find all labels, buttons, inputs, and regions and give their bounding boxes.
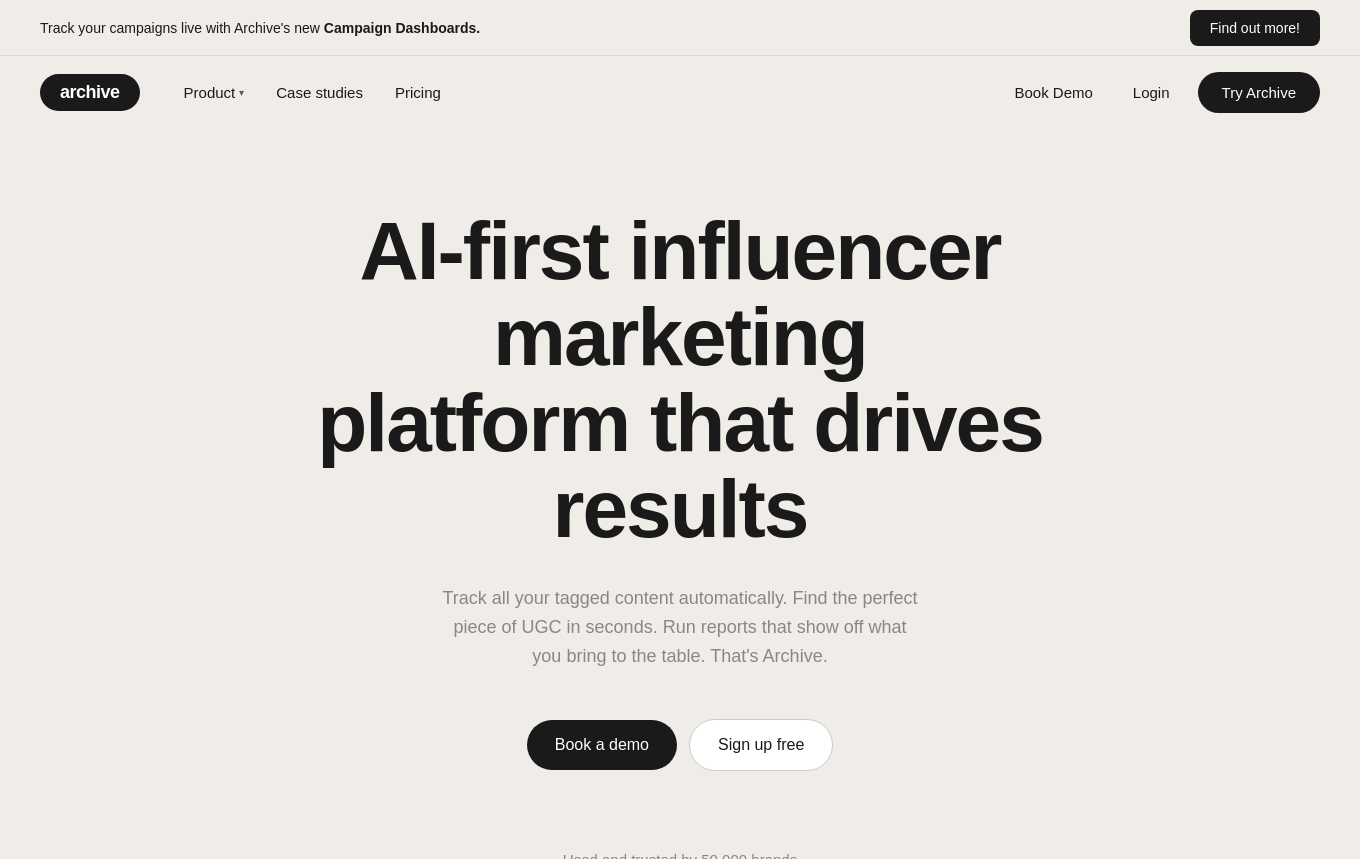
logo[interactable]: archive	[40, 74, 140, 111]
nav-product[interactable]: Product ▾	[172, 78, 257, 107]
nav-pricing[interactable]: Pricing	[383, 78, 453, 107]
chevron-down-icon: ▾	[239, 87, 244, 98]
hero-subtitle: Track all your tagged content automatica…	[440, 584, 920, 670]
navbar-left: archive Product ▾ Case studies Pricing	[40, 74, 453, 111]
announcement-bold: Campaign Dashboards.	[324, 20, 480, 36]
nav-product-label: Product	[184, 84, 236, 101]
announcement-prefix: Track your campaigns live with Archive's…	[40, 20, 324, 36]
book-demo-nav-link[interactable]: Book Demo	[1002, 78, 1104, 107]
hero-section: AI-first influencer marketing platform t…	[0, 128, 1360, 831]
trusted-section: Used and trusted by 50,000 brands	[0, 831, 1360, 859]
login-nav-link[interactable]: Login	[1121, 78, 1182, 107]
trusted-text: Used and trusted by 50,000 brands	[40, 851, 1320, 859]
sign-up-button[interactable]: Sign up free	[689, 719, 833, 771]
nav-links: Product ▾ Case studies Pricing	[172, 78, 453, 107]
find-out-button[interactable]: Find out more!	[1190, 10, 1320, 46]
hero-title-line1: AI-first influencer marketing	[360, 205, 1001, 382]
hero-buttons: Book a demo Sign up free	[527, 719, 834, 771]
book-demo-button[interactable]: Book a demo	[527, 720, 677, 770]
announcement-text: Track your campaigns live with Archive's…	[40, 20, 480, 36]
try-archive-button[interactable]: Try Archive	[1198, 72, 1320, 113]
hero-title: AI-first influencer marketing platform t…	[230, 208, 1130, 552]
hero-title-line2: platform that drives results	[317, 377, 1042, 554]
nav-case-studies[interactable]: Case studies	[264, 78, 375, 107]
navbar: archive Product ▾ Case studies Pricing B…	[0, 56, 1360, 128]
navbar-right: Book Demo Login Try Archive	[1002, 72, 1320, 113]
announcement-bar: Track your campaigns live with Archive's…	[0, 0, 1360, 56]
